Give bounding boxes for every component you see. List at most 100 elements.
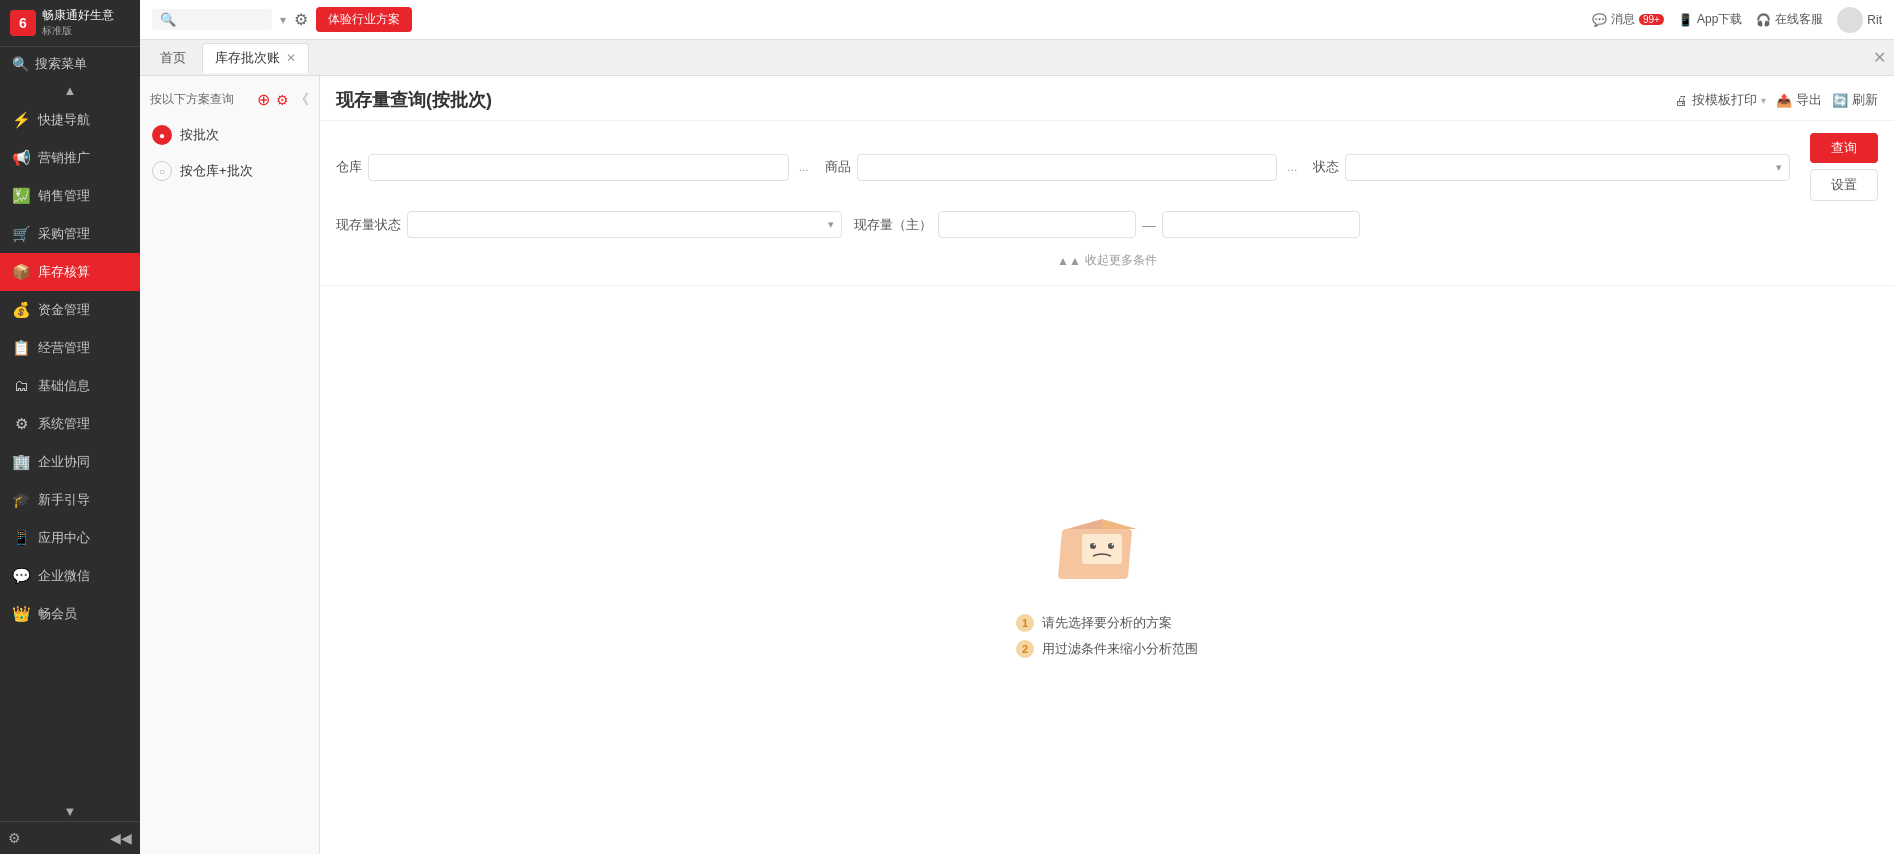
sidebar-item-shortcut[interactable]: ⚡ 快捷导航 <box>0 101 140 139</box>
sales-icon: 💹 <box>12 187 30 205</box>
tab-home[interactable]: 首页 <box>148 44 198 72</box>
topbar-chevron-icon[interactable]: ▾ <box>280 13 286 27</box>
app-download-label: App下载 <box>1697 11 1742 28</box>
status-label: 状态 <box>1313 158 1339 176</box>
scheme-panel-title: 按以下方案查询 <box>150 91 234 108</box>
sidebar-item-enterprise[interactable]: 🏢 企业协同 <box>0 443 140 481</box>
sidebar-item-system[interactable]: ⚙ 系统管理 <box>0 405 140 443</box>
filter-actions: 查询 设置 <box>1810 133 1878 201</box>
status-select[interactable] <box>1345 154 1790 181</box>
settings-scheme-icon[interactable]: ⚙ <box>276 92 289 108</box>
sidebar-item-label: 销售管理 <box>38 187 90 205</box>
sidebar-item-member[interactable]: 👑 畅会员 <box>0 595 140 633</box>
product-label: 商品 <box>825 158 851 176</box>
collapse-label: 收起更多条件 <box>1085 252 1157 269</box>
export-icon: 📤 <box>1776 93 1792 108</box>
sidebar-item-label: 新手引导 <box>38 491 90 509</box>
collapse-panel-icon[interactable]: 《 <box>295 91 309 109</box>
sidebar-item-newbie[interactable]: 🎓 新手引导 <box>0 481 140 519</box>
svg-marker-2 <box>1102 519 1137 529</box>
search-menu-item[interactable]: 🔍 搜索菜单 <box>0 47 140 81</box>
app-title-block: 畅康通好生意 标准版 <box>42 8 114 38</box>
inventory-icon: 📦 <box>12 263 30 281</box>
app-download-icon: 📱 <box>1678 13 1693 27</box>
export-label: 导出 <box>1796 91 1822 109</box>
appcenter-icon: 📱 <box>12 529 30 547</box>
sidebar-scroll-up[interactable]: ▲ <box>0 81 140 101</box>
enterprise-icon: 🏢 <box>12 453 30 471</box>
inventory-qty-from-input[interactable] <box>938 211 1136 238</box>
query-button[interactable]: 查询 <box>1810 133 1878 163</box>
sidebar-item-label: 应用中心 <box>38 529 90 547</box>
sidebar-item-finance[interactable]: 💰 资金管理 <box>0 291 140 329</box>
app-download-action[interactable]: 📱 App下载 <box>1678 11 1742 28</box>
sidebar-item-inventory[interactable]: 📦 库存核算 <box>0 253 140 291</box>
empty-svg <box>1047 474 1167 594</box>
sidebar-item-basic[interactable]: 🗂 基础信息 <box>0 367 140 405</box>
print-button[interactable]: 🖨 按模板打印 ▾ <box>1675 91 1766 109</box>
user-profile-action[interactable]: Rit <box>1837 7 1882 33</box>
export-button[interactable]: 📤 导出 <box>1776 91 1822 109</box>
online-service-action[interactable]: 🎧 在线客服 <box>1756 11 1823 28</box>
messages-action[interactable]: 💬 消息 99+ <box>1592 11 1664 28</box>
page-header-actions: 🖨 按模板打印 ▾ 📤 导出 🔄 刷新 <box>1675 91 1878 109</box>
member-icon: 👑 <box>12 605 30 623</box>
warehouse-more-icon[interactable]: ... <box>795 158 813 176</box>
sidebar-collapse-icon[interactable]: ◀◀ <box>110 830 132 846</box>
topbar-search-icon: 🔍 <box>160 12 176 27</box>
inventory-status-select[interactable] <box>407 211 842 238</box>
inventory-quantity-label: 现存量（主） <box>854 216 932 234</box>
product-input[interactable] <box>857 154 1278 181</box>
online-service-label: 在线客服 <box>1775 11 1823 28</box>
settings-bottom-icon[interactable]: ⚙ <box>8 830 21 846</box>
status-select-wrap: ▾ <box>1345 154 1790 181</box>
tab-close-icon[interactable]: ✕ <box>286 51 296 65</box>
refresh-button[interactable]: 🔄 刷新 <box>1832 91 1878 109</box>
filter-area: 仓库 ... 商品 ... 状态 <box>320 121 1894 286</box>
step-2-number: 2 <box>1016 640 1034 658</box>
topbar-search-input[interactable] <box>180 13 260 27</box>
add-scheme-icon[interactable]: ⊕ <box>257 90 270 109</box>
system-icon: ⚙ <box>12 415 30 433</box>
scheme-item-warehouse-batch[interactable]: ○ 按仓库+批次 <box>140 153 319 189</box>
sidebar-scroll-down[interactable]: ▼ <box>0 801 140 821</box>
sidebar: 6 畅康通好生意 标准版 🔍 搜索菜单 ▲ ⚡ 快捷导航 📢 营销推广 💹 销售… <box>0 0 140 854</box>
svg-marker-1 <box>1067 519 1102 529</box>
sidebar-item-label: 畅会员 <box>38 605 77 623</box>
topbar: 🔍 ▾ ⚙ 体验行业方案 💬 消息 99+ 📱 App下载 🎧 在线客服 Rit <box>140 0 1894 40</box>
shortcut-icon: ⚡ <box>12 111 30 129</box>
sidebar-item-label: 采购管理 <box>38 225 90 243</box>
sidebar-header: 6 畅康通好生意 标准版 <box>0 0 140 47</box>
warehouse-input[interactable] <box>368 154 789 181</box>
inventory-qty-to-input[interactable] <box>1162 211 1360 238</box>
operations-icon: 📋 <box>12 339 30 357</box>
svg-rect-3 <box>1082 534 1122 564</box>
tab-inventory-batch[interactable]: 库存批次账 ✕ <box>202 43 309 73</box>
scheme-panel: 按以下方案查询 ⊕ ⚙ 《 ● 按批次 ○ 按仓库+批次 <box>140 76 320 854</box>
print-label: 按模板打印 <box>1692 91 1757 109</box>
sidebar-bottom: ⚙ ◀◀ <box>0 821 140 854</box>
collapse-more-conditions-button[interactable]: ▲▲ 收起更多条件 <box>336 248 1878 273</box>
messages-badge: 99+ <box>1639 14 1664 25</box>
sidebar-item-label: 经营管理 <box>38 339 90 357</box>
search-icon: 🔍 <box>12 56 29 72</box>
sidebar-item-purchase[interactable]: 🛒 采购管理 <box>0 215 140 253</box>
sidebar-item-sales[interactable]: 💹 销售管理 <box>0 177 140 215</box>
sidebar-item-marketing[interactable]: 📢 营销推广 <box>0 139 140 177</box>
product-more-icon[interactable]: ... <box>1283 158 1301 176</box>
trial-button[interactable]: 体验行业方案 <box>316 7 412 32</box>
sidebar-item-appcenter[interactable]: 📱 应用中心 <box>0 519 140 557</box>
settings-button[interactable]: 设置 <box>1810 169 1878 201</box>
sidebar-item-label: 系统管理 <box>38 415 90 433</box>
close-panel-icon[interactable]: ✕ <box>1873 48 1886 67</box>
filter-row-2: 现存量状态 ▾ 现存量（主） — <box>336 211 1878 238</box>
empty-illustration <box>1047 474 1167 594</box>
scheme-warehouse-batch-label: 按仓库+批次 <box>180 162 253 180</box>
print-dropdown-icon[interactable]: ▾ <box>1761 95 1766 106</box>
tab-home-label: 首页 <box>160 49 186 67</box>
sidebar-item-wechat[interactable]: 💬 企业微信 <box>0 557 140 595</box>
sidebar-item-operations[interactable]: 📋 经营管理 <box>0 329 140 367</box>
scheme-item-batch[interactable]: ● 按批次 <box>140 117 319 153</box>
topbar-search-box[interactable]: 🔍 <box>152 9 272 30</box>
topbar-gear-icon[interactable]: ⚙ <box>294 10 308 29</box>
